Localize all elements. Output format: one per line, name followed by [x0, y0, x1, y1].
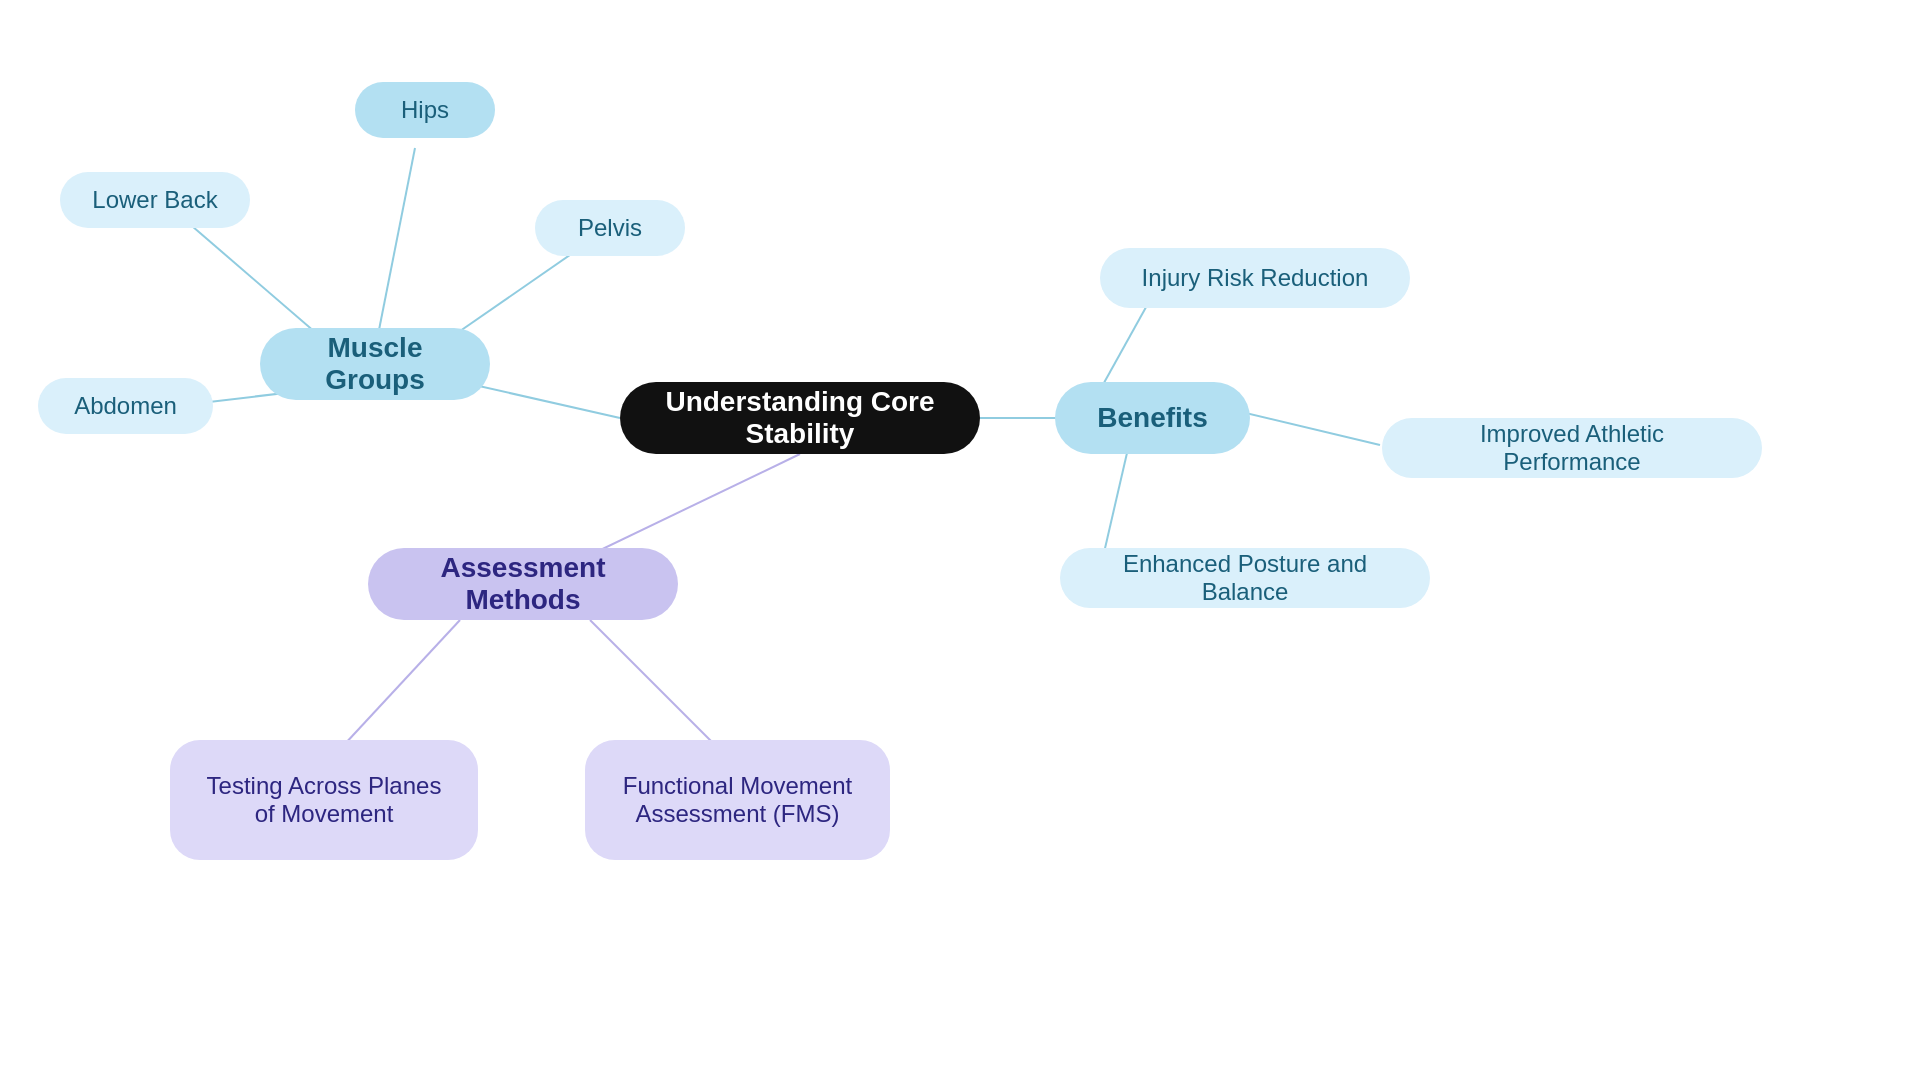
- abdomen-node: Abdomen: [38, 378, 213, 434]
- muscle-groups-label: Muscle Groups: [288, 332, 462, 396]
- svg-line-11: [590, 620, 730, 760]
- lower-back-label: Lower Back: [92, 186, 217, 214]
- svg-line-1: [378, 148, 415, 335]
- benefits-node: Benefits: [1055, 382, 1250, 454]
- svg-line-3: [450, 248, 580, 338]
- assessment-methods-node: Assessment Methods: [368, 548, 678, 620]
- center-label: Understanding Core Stability: [648, 386, 952, 450]
- svg-line-10: [330, 620, 460, 760]
- abdomen-label: Abdomen: [74, 392, 177, 420]
- testing-across-node: Testing Across Planes of Movement: [170, 740, 478, 860]
- enhanced-posture-node: Enhanced Posture and Balance: [1060, 548, 1430, 608]
- lower-back-node: Lower Back: [60, 172, 250, 228]
- hips-node: Hips: [355, 82, 495, 138]
- svg-line-6: [1100, 300, 1150, 390]
- injury-risk-node: Injury Risk Reduction: [1100, 248, 1410, 308]
- svg-line-2: [185, 220, 330, 345]
- injury-risk-label: Injury Risk Reduction: [1142, 264, 1369, 292]
- benefits-label: Benefits: [1097, 402, 1207, 434]
- center-node: Understanding Core Stability: [620, 382, 980, 454]
- functional-movement-node: Functional Movement Assessment (FMS): [585, 740, 890, 860]
- pelvis-node: Pelvis: [535, 200, 685, 256]
- hips-label: Hips: [401, 96, 449, 124]
- improved-athletic-node: Improved Athletic Performance: [1382, 418, 1762, 478]
- testing-across-label: Testing Across Planes of Movement: [198, 772, 450, 828]
- enhanced-posture-label: Enhanced Posture and Balance: [1088, 550, 1402, 606]
- functional-movement-label: Functional Movement Assessment (FMS): [613, 772, 862, 828]
- assessment-methods-label: Assessment Methods: [396, 552, 650, 616]
- muscle-groups-node: Muscle Groups: [260, 328, 490, 400]
- improved-athletic-label: Improved Athletic Performance: [1410, 420, 1734, 476]
- pelvis-label: Pelvis: [578, 214, 642, 242]
